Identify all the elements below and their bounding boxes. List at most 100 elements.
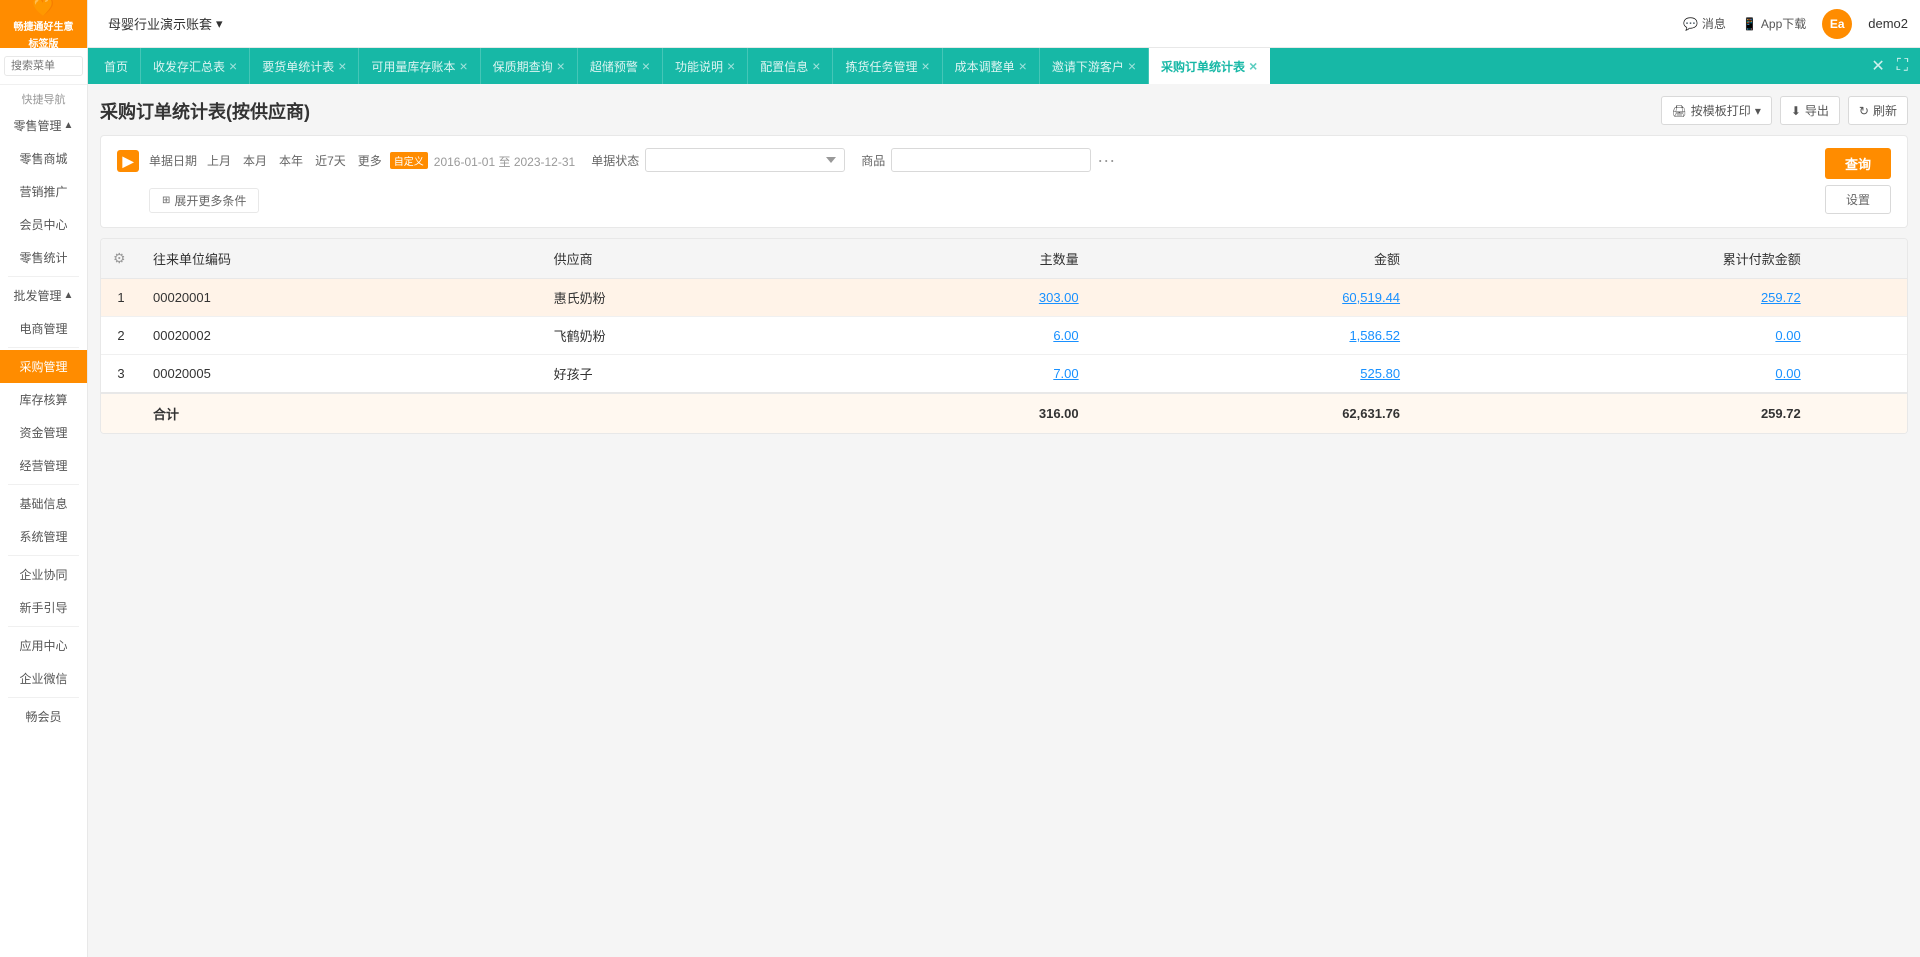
query-button[interactable]: 查询 — [1825, 148, 1891, 179]
app-download-action[interactable]: 📱 App下载 — [1742, 15, 1806, 32]
expand-filter-button[interactable]: ⊞ 展开更多条件 — [149, 188, 259, 213]
workspace-name: 母婴行业演示账套 — [108, 14, 212, 33]
user-name[interactable]: demo2 — [1868, 16, 1908, 31]
col-extra — [1813, 239, 1907, 279]
message-action[interactable]: 💬 消息 — [1683, 15, 1726, 32]
shortcut-this-month[interactable]: 本月 — [239, 151, 271, 170]
sidebar-item-label: 批发管理 — [14, 287, 62, 304]
search-input[interactable] — [4, 56, 83, 76]
tab-label-config_info: 配置信息 — [760, 58, 808, 75]
sidebar-divider — [8, 626, 79, 627]
goods-filter-input[interactable] — [891, 148, 1091, 172]
sidebar-item-retail-stats[interactable]: 零售统计 — [0, 241, 87, 274]
sidebar-item-basic-info[interactable]: 基础信息 — [0, 487, 87, 520]
shortcut-more[interactable]: 更多 — [354, 151, 386, 170]
refresh-button[interactable]: ↻ 刷新 — [1848, 96, 1908, 125]
goods-more-options-icon[interactable]: ··· — [1097, 151, 1115, 169]
sidebar-item-inventory[interactable]: 库存核算 — [0, 383, 87, 416]
tab-function_desc[interactable]: 功能说明× — [663, 48, 748, 84]
sidebar-item-member-center[interactable]: 会员中心 — [0, 208, 87, 241]
sidebar-item-wholesale-mgmt[interactable]: 批发管理▲ — [0, 279, 87, 312]
close-tab-expiry_query-icon[interactable]: × — [557, 59, 565, 73]
cell-qty[interactable]: 303.00 — [840, 279, 1090, 317]
cell-unit-code: 00020001 — [141, 279, 542, 317]
shortcut-7days[interactable]: 近7天 — [311, 151, 350, 170]
close-tab-overstock_warning-icon[interactable]: × — [642, 59, 650, 73]
sidebar-item-label: 畅会员 — [25, 708, 61, 725]
cell-paid[interactable]: 0.00 — [1412, 317, 1813, 355]
sidebar-item-retail-mgmt[interactable]: 零售管理▲ — [0, 109, 87, 142]
sidebar-item-label: 营销推广 — [19, 183, 67, 200]
tab-requisition_summary[interactable]: 要货单统计表× — [250, 48, 359, 84]
sidebar-item-label: 采购管理 — [19, 358, 67, 375]
tab-overstock_warning[interactable]: 超储预警× — [578, 48, 663, 84]
sidebar-item-retail-store[interactable]: 零售商城 — [0, 142, 87, 175]
sidebar-item-ops-mgmt[interactable]: 经营管理 — [0, 449, 87, 482]
cell-supplier: 惠氏奶粉 — [542, 279, 841, 317]
close-tab-requisition_summary-icon[interactable]: × — [338, 59, 346, 73]
sidebar-item-app-center[interactable]: 应用中心 — [0, 629, 87, 662]
close-tab-function_desc-icon[interactable]: × — [727, 59, 735, 73]
tab-label-purchase_summary: 采购订单统计表 — [1161, 58, 1245, 75]
sidebar-item-label: 零售管理 — [14, 117, 62, 134]
sidebar-item-member[interactable]: 畅会员 — [0, 700, 87, 733]
sidebar-item-sys-mgmt[interactable]: 系统管理 — [0, 520, 87, 553]
status-filter-label: 单据状态 — [591, 152, 639, 169]
sidebar-item-marketing[interactable]: 营销推广 — [0, 175, 87, 208]
cell-extra — [1813, 317, 1907, 355]
goods-filter-group: 商品 ··· — [861, 148, 1115, 172]
sidebar-item-new-guide[interactable]: 新手引导 — [0, 591, 87, 624]
date-range-display: 2016-01-01 至 2023-12-31 — [434, 153, 575, 170]
close-tab-config_info-icon[interactable]: × — [812, 59, 820, 73]
workspace-selector[interactable]: 母婴行业演示账套 ▾ — [100, 10, 231, 37]
close-tab-cost_adjust-icon[interactable]: × — [1019, 59, 1027, 73]
collapse-filter-button[interactable]: ▶ — [117, 150, 139, 172]
tab-cost_adjust[interactable]: 成本调整单× — [943, 48, 1040, 84]
template-print-label: 按模板打印 — [1691, 102, 1751, 119]
avatar[interactable]: Ea — [1822, 9, 1852, 39]
top-bar: 母婴行业演示账套 ▾ 💬 消息 📱 App下载 Ea demo2 — [88, 0, 1920, 48]
status-filter-select[interactable] — [645, 148, 845, 172]
footer-qty: 316.00 — [840, 393, 1090, 433]
template-print-button[interactable]: 🖨 按模板打印 ▾ — [1661, 96, 1772, 125]
cell-qty[interactable]: 6.00 — [840, 317, 1090, 355]
top-bar-right: 💬 消息 📱 App下载 Ea demo2 — [1683, 9, 1908, 39]
sidebar-item-finance[interactable]: 资金管理 — [0, 416, 87, 449]
sidebar-item-wechat[interactable]: 企业微信 — [0, 662, 87, 695]
cell-qty[interactable]: 7.00 — [840, 355, 1090, 394]
close-tab-invite_downstream-icon[interactable]: × — [1128, 59, 1136, 73]
fullscreen-icon[interactable]: ⛶ — [1893, 55, 1912, 77]
close-tab-purchase_summary-icon[interactable]: × — [1249, 59, 1257, 73]
settings-button[interactable]: 设置 — [1825, 185, 1891, 214]
tab-receive_summary[interactable]: 收发存汇总表× — [141, 48, 250, 84]
cell-amount[interactable]: 1,586.52 — [1091, 317, 1412, 355]
sidebar-item-enterprise[interactable]: 企业协同 — [0, 558, 87, 591]
logo-text: 畅捷通好生意 — [14, 18, 74, 33]
tab-config_info[interactable]: 配置信息 × — [748, 48, 833, 84]
table-row: 2 00020002 飞鹤奶粉 6.00 1,586.52 0.00 — [101, 317, 1907, 355]
cell-extra — [1813, 355, 1907, 394]
close-tab-receive_summary-icon[interactable]: × — [229, 59, 237, 73]
sidebar-item-ecommerce[interactable]: 电商管理 — [0, 312, 87, 345]
cell-paid[interactable]: 0.00 — [1412, 355, 1813, 394]
purchase-summary-table: ⚙ 往来单位编码 供应商 主数量 金额 累计付款金额 1 00020001 惠氏… — [101, 239, 1907, 433]
close-tab-pick_task-icon[interactable]: × — [921, 59, 929, 73]
table-settings-icon[interactable]: ⚙ — [113, 250, 126, 266]
cell-amount[interactable]: 525.80 — [1091, 355, 1412, 394]
close-tab-inventory_ledger-icon[interactable]: × — [459, 59, 467, 73]
export-button[interactable]: ⬇ 导出 — [1780, 96, 1840, 125]
close-all-tabs-icon[interactable]: ✕ — [1867, 54, 1888, 78]
cell-amount[interactable]: 60,519.44 — [1091, 279, 1412, 317]
shortcut-last-month[interactable]: 上月 — [203, 151, 235, 170]
cell-paid[interactable]: 259.72 — [1412, 279, 1813, 317]
shortcut-this-year[interactable]: 本年 — [275, 151, 307, 170]
filter-query-col: 查询 设置 — [1825, 148, 1891, 214]
tab-expiry_query[interactable]: 保质期查询× — [481, 48, 578, 84]
sidebar-item-purchase[interactable]: 采购管理 — [0, 350, 87, 383]
tab-invite_downstream[interactable]: 邀请下游客户× — [1040, 48, 1149, 84]
tab-pick_task[interactable]: 拣货任务管理× — [833, 48, 942, 84]
tab-purchase_summary[interactable]: 采购订单统计表 × — [1149, 48, 1270, 84]
tab-inventory_ledger[interactable]: 可用量库存账本× — [359, 48, 480, 84]
tab-home[interactable]: 首页 — [92, 48, 141, 84]
sidebar-item-label: 会员中心 — [19, 216, 67, 233]
